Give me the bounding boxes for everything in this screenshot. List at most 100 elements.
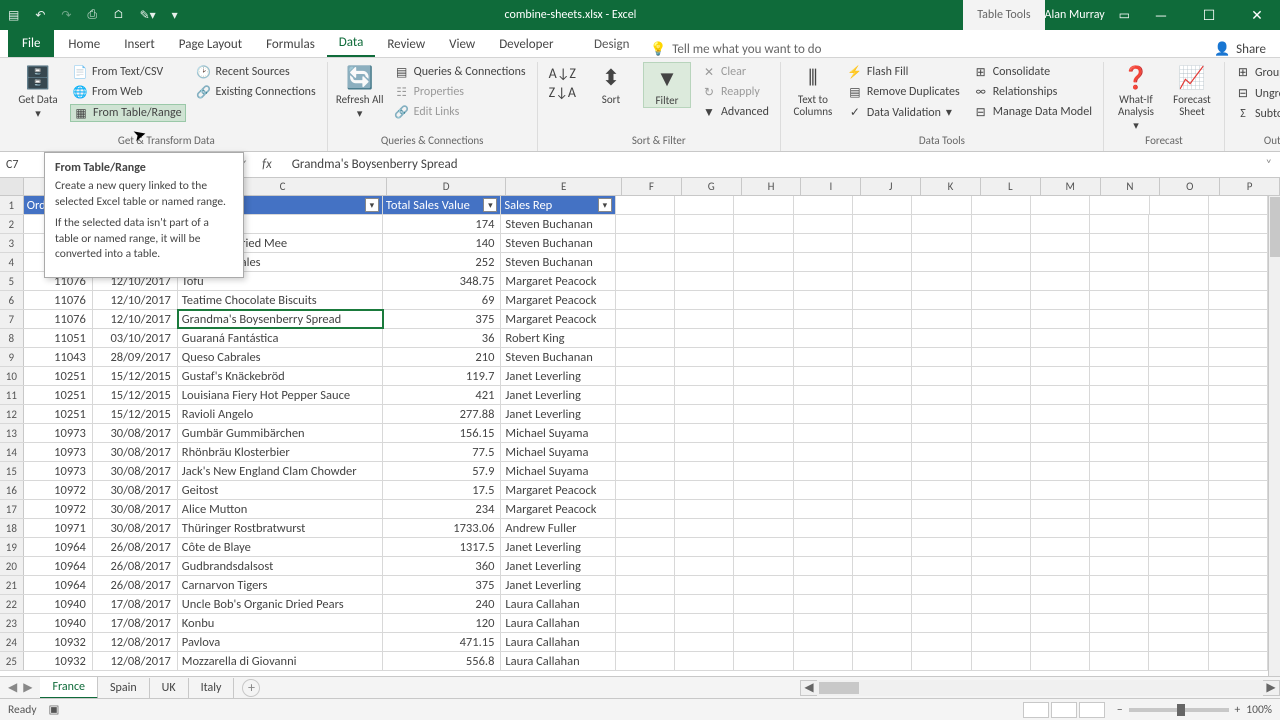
cell[interactable]	[734, 367, 793, 385]
cell[interactable]	[1149, 234, 1208, 252]
qat-icon2[interactable]: ⌂	[113, 8, 124, 22]
cell[interactable]	[1090, 633, 1149, 651]
cell[interactable]	[675, 272, 734, 290]
cell[interactable]	[1209, 652, 1268, 670]
tab-view[interactable]: View	[437, 31, 487, 57]
cell[interactable]	[794, 462, 853, 480]
cell[interactable]	[616, 215, 675, 233]
column-header[interactable]: G	[682, 178, 742, 195]
cell[interactable]: Michael Suyama	[501, 443, 615, 461]
consolidate-button[interactable]: ⊞Consolidate	[971, 64, 1095, 80]
cell[interactable]	[616, 348, 675, 366]
cell[interactable]	[853, 614, 912, 632]
column-header-d[interactable]: D	[387, 178, 507, 195]
cell[interactable]	[1209, 633, 1268, 651]
cell[interactable]	[794, 576, 853, 594]
zoom-level[interactable]: 100%	[1246, 703, 1272, 717]
tab-design[interactable]: Design	[582, 31, 641, 57]
tab-insert[interactable]: Insert	[112, 31, 167, 57]
cell[interactable]	[734, 652, 793, 670]
cell[interactable]	[1090, 329, 1149, 347]
cell[interactable]	[853, 557, 912, 575]
cell[interactable]	[853, 443, 912, 461]
cell[interactable]	[616, 652, 675, 670]
cell[interactable]	[675, 500, 734, 518]
cell[interactable]: Janet Leverling	[501, 386, 615, 404]
cell[interactable]: 28/09/2017	[93, 348, 178, 366]
text-to-columns-button[interactable]: ⫴Text to Columns	[789, 62, 837, 118]
cell[interactable]: Steven Buchanan	[501, 215, 615, 233]
sort-button[interactable]: ⬍Sort	[587, 62, 635, 106]
cell[interactable]: Gustaf's Knäckebröd	[178, 367, 383, 385]
cell[interactable]	[912, 272, 971, 290]
cell[interactable]	[616, 253, 675, 271]
cell[interactable]	[1090, 538, 1149, 556]
cell[interactable]	[912, 576, 971, 594]
cell[interactable]	[675, 215, 734, 233]
cell[interactable]	[794, 538, 853, 556]
user-name[interactable]: Alan Murray	[1045, 8, 1105, 22]
cell[interactable]	[675, 462, 734, 480]
row-header[interactable]: 3	[0, 234, 24, 252]
cell[interactable]	[853, 481, 912, 499]
cell[interactable]	[1090, 196, 1149, 214]
cell[interactable]: Alice Mutton	[178, 500, 383, 518]
table-header-d[interactable]: Total Sales Value▾	[383, 196, 501, 214]
cell[interactable]	[1209, 443, 1268, 461]
cell[interactable]	[616, 557, 675, 575]
cell[interactable]	[616, 500, 675, 518]
cell[interactable]	[853, 234, 912, 252]
cell[interactable]: Laura Callahan	[501, 595, 615, 613]
qat-more-icon[interactable]: ▾	[172, 8, 178, 23]
cell[interactable]	[912, 310, 971, 328]
cell[interactable]	[912, 443, 971, 461]
cell[interactable]	[675, 481, 734, 499]
cell[interactable]	[616, 595, 675, 613]
cell[interactable]	[1090, 595, 1149, 613]
row-header[interactable]: 24	[0, 633, 24, 651]
cell[interactable]: Ravioli Angelo	[178, 405, 383, 423]
cell[interactable]	[794, 215, 853, 233]
cell[interactable]: 10251	[24, 405, 93, 423]
refresh-all-button[interactable]: 🔄Refresh All▾	[336, 62, 384, 120]
cell[interactable]: Thüringer Rostbratwurst	[178, 519, 383, 537]
cell[interactable]	[912, 405, 971, 423]
cell[interactable]	[1149, 519, 1208, 537]
cell[interactable]	[1090, 310, 1149, 328]
cell[interactable]	[972, 291, 1031, 309]
column-header[interactable]: O	[1160, 178, 1220, 195]
vertical-scrollbar[interactable]	[1268, 196, 1280, 676]
cell[interactable]	[972, 424, 1031, 442]
cell[interactable]	[1031, 633, 1090, 651]
cell[interactable]: Andrew Fuller	[501, 519, 615, 537]
normal-view-button[interactable]	[1023, 702, 1049, 718]
cell[interactable]	[1209, 329, 1268, 347]
cell[interactable]	[1031, 557, 1090, 575]
cell[interactable]: Margaret Peacock	[501, 481, 615, 499]
cell[interactable]	[794, 557, 853, 575]
undo-icon[interactable]: ↶	[35, 8, 45, 23]
cell[interactable]	[1149, 272, 1208, 290]
cell[interactable]	[794, 386, 853, 404]
cell[interactable]	[1149, 253, 1208, 271]
row-header[interactable]: 15	[0, 462, 24, 480]
row-header[interactable]: 2	[0, 215, 24, 233]
cell[interactable]: 140	[383, 234, 501, 252]
cell[interactable]: 15/12/2015	[93, 367, 178, 385]
cell[interactable]	[616, 196, 675, 214]
column-header[interactable]: L	[981, 178, 1041, 195]
cell[interactable]: 57.9	[383, 462, 501, 480]
cell[interactable]: Jack's New England Clam Chowder	[178, 462, 383, 480]
cell[interactable]	[675, 576, 734, 594]
row-header[interactable]: 19	[0, 538, 24, 556]
cell[interactable]	[675, 405, 734, 423]
row-header[interactable]: 14	[0, 443, 24, 461]
row-header[interactable]: 7	[0, 310, 24, 328]
sheet-nav-next-icon[interactable]: ▶	[23, 680, 32, 695]
cell[interactable]: 375	[383, 310, 501, 328]
cell[interactable]	[853, 253, 912, 271]
touch-mode-icon[interactable]: ✎▾	[140, 8, 156, 23]
cell[interactable]	[1149, 443, 1208, 461]
cell[interactable]	[616, 329, 675, 347]
cell[interactable]	[616, 614, 675, 632]
